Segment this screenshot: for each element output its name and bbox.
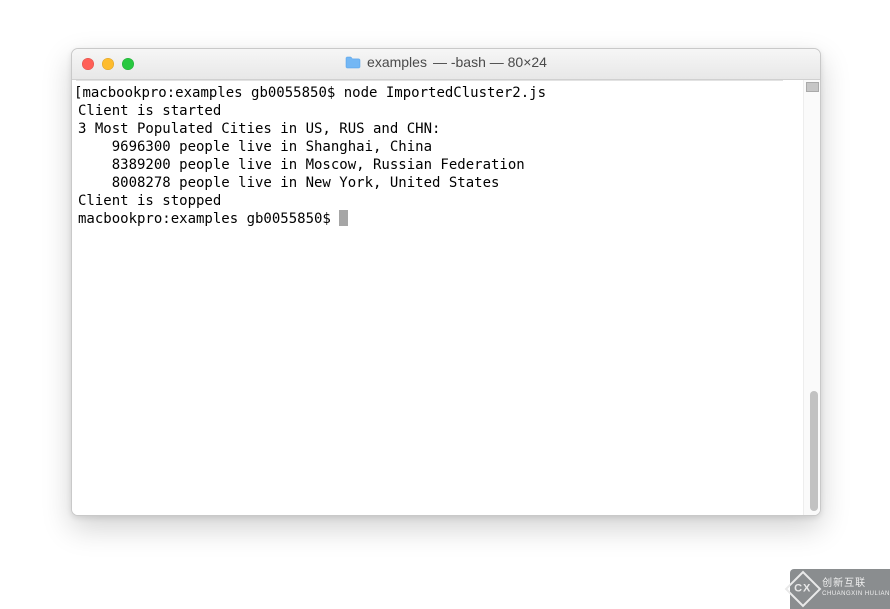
watermark-text: 创新互联 CHUANGXIN HULIAN (822, 578, 890, 600)
zoom-icon[interactable] (122, 58, 134, 70)
minimize-icon[interactable] (102, 58, 114, 70)
prompt-1-cmd: node ImportedCluster2.js (344, 85, 546, 101)
scrollbar-thumb[interactable] (810, 391, 818, 511)
title-folder: examples (367, 54, 427, 70)
window-title: examples — -bash — 80×24 (72, 54, 820, 74)
output-line: Client is stopped (78, 193, 221, 209)
terminal-output[interactable]: [macbookpro:examples gb0055850$ node Imp… (72, 80, 803, 515)
close-icon[interactable] (82, 58, 94, 70)
watermark: CX 创新互联 CHUANGXIN HULIAN (790, 569, 890, 609)
title-rest: — -bash — 80×24 (433, 54, 547, 70)
top-divider (76, 80, 783, 81)
scroll-split-icon[interactable] (806, 82, 819, 92)
terminal-body[interactable]: [macbookpro:examples gb0055850$ node Imp… (72, 80, 820, 515)
output-line: 8389200 people live in Moscow, Russian F… (78, 157, 525, 173)
terminal-window: examples — -bash — 80×24 [macbookpro:exa… (71, 48, 821, 516)
prompt-1-host: macbookpro:examples gb0055850$ (82, 85, 343, 101)
prompt-2: macbookpro:examples gb0055850$ (78, 211, 339, 227)
titlebar[interactable]: examples — -bash — 80×24 (72, 49, 820, 80)
folder-icon (345, 56, 361, 69)
traffic-lights (82, 58, 134, 70)
output-line: 8008278 people live in New York, United … (78, 175, 499, 191)
scrollbar-gutter[interactable] (803, 80, 820, 515)
output-line: Client is started (78, 103, 221, 119)
output-line: 3 Most Populated Cities in US, RUS and C… (78, 121, 440, 137)
output-line: 9696300 people live in Shanghai, China (78, 139, 432, 155)
watermark-logo: CX (785, 571, 822, 608)
cursor (339, 210, 348, 226)
